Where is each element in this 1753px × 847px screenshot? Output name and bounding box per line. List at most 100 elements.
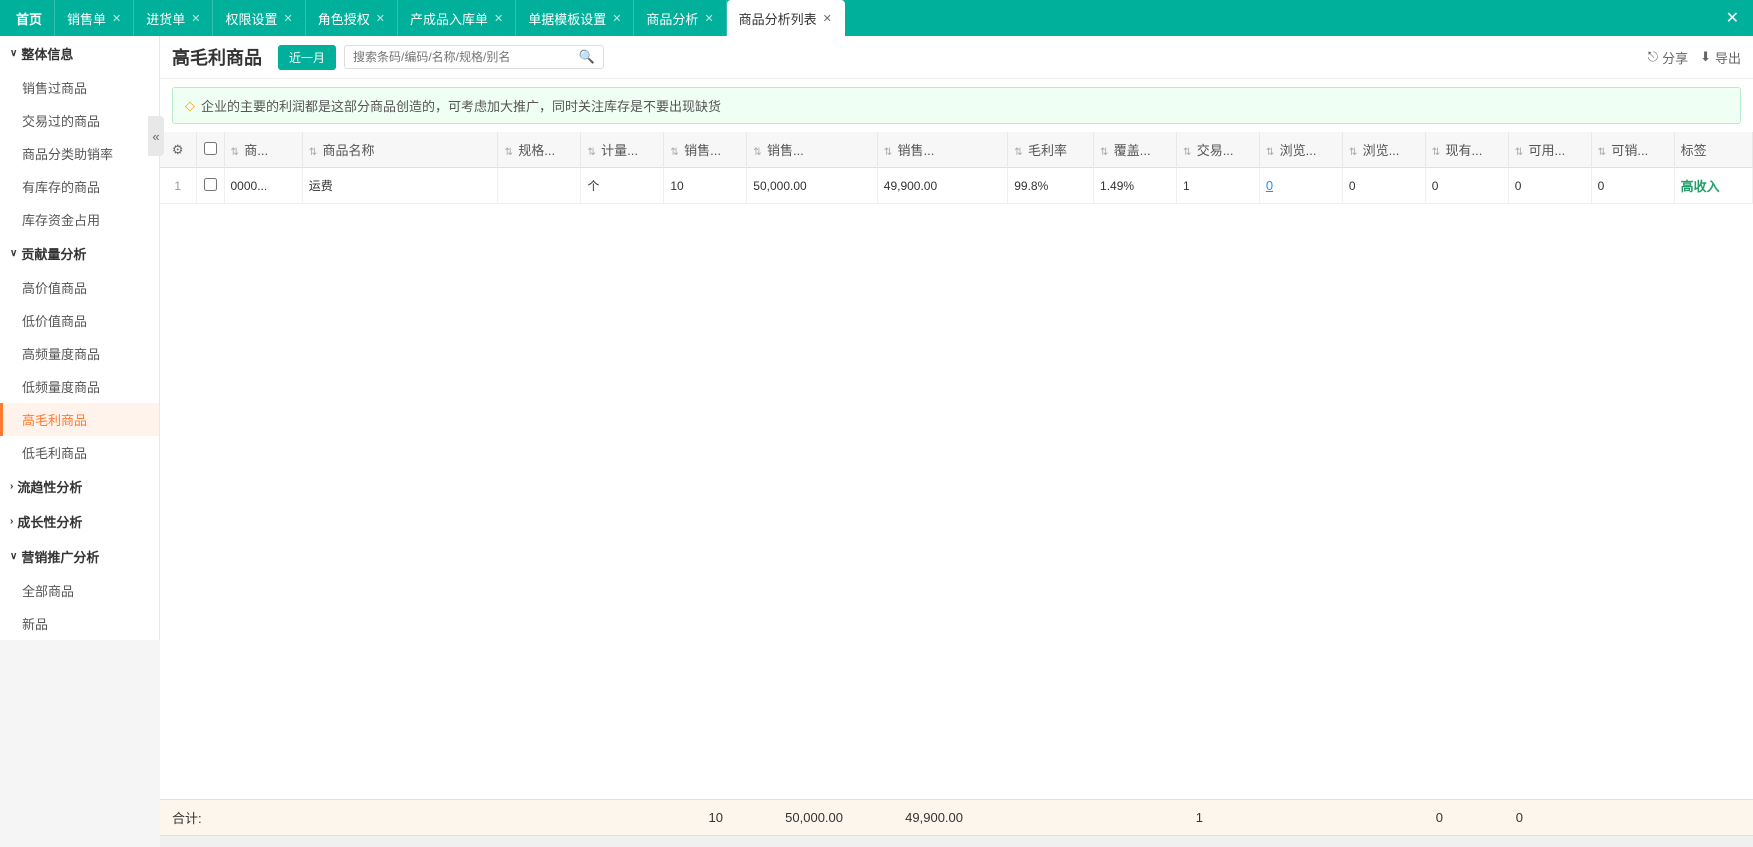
sidebar-item-high-value[interactable]: 高价值商品 xyxy=(0,271,159,304)
share-button[interactable]: ⎋ 分享 xyxy=(1648,48,1688,67)
search-input[interactable] xyxy=(353,50,579,64)
sidebar-group-marketing[interactable]: ∨ 营销推广分析 xyxy=(0,539,159,574)
row-code: 0000... xyxy=(224,168,302,204)
row-sellable: 0 xyxy=(1591,168,1674,204)
close-tab-product-analysis[interactable]: ✕ xyxy=(704,12,713,25)
tab-auth-set[interactable]: 权限设置 ✕ xyxy=(213,0,305,36)
data-table: ⚙ ⇅ 商... ⇅ 商品名称 xyxy=(160,132,1753,204)
sidebar-item-low-freq[interactable]: 低频量度商品 xyxy=(0,370,159,403)
sidebar-group-trend[interactable]: › 流趋性分析 xyxy=(0,469,159,504)
footer-bar: 合计: 10 50,000.00 49,900.00 1 0 0 xyxy=(160,799,1753,835)
col-sales-profit[interactable]: ⇅ 销售... xyxy=(877,132,1007,168)
col-name[interactable]: ⇅ 商品名称 xyxy=(302,132,498,168)
sidebar-item-new-goods[interactable]: 新品 xyxy=(0,607,159,640)
close-tab-auth-set[interactable]: ✕ xyxy=(284,12,293,25)
col-unit[interactable]: ⇅ 计量... xyxy=(581,132,664,168)
tab-product-analysis[interactable]: 商品分析 ✕ xyxy=(634,0,726,36)
select-all-checkbox[interactable] xyxy=(204,142,217,155)
footer-available: 0 xyxy=(1449,810,1529,825)
arrow-growth: › xyxy=(10,516,13,527)
info-banner: ◇ 企业的主要的利润都是这部分商品创造的，可考虑加大推广，同时关注库存是不要出现… xyxy=(172,87,1741,124)
row-tag: 高收入 xyxy=(1674,168,1752,204)
sidebar-item-all-goods[interactable]: 全部商品 xyxy=(0,574,159,607)
sidebar-item-goods-assist[interactable]: 商品分类助销率 xyxy=(0,137,159,170)
content-area: 高毛利商品 近一月 🔍 ⎋ 分享 ⬇ 导出 ◇ 企业的主要的利润都是这部分商品创… xyxy=(160,36,1753,847)
arrow-overall: ∨ xyxy=(10,48,17,59)
gear-icon[interactable]: ⚙ xyxy=(172,142,184,157)
col-coverage[interactable]: ⇅ 覆盖... xyxy=(1094,132,1177,168)
row-checkbox-cell xyxy=(196,168,224,204)
row-browse1[interactable]: 0 xyxy=(1259,168,1342,204)
arrow-trend: › xyxy=(10,481,13,492)
sidebar-item-inventory-goods[interactable]: 有库存的商品 xyxy=(0,170,159,203)
row-sales-amount: 50,000.00 xyxy=(747,168,877,204)
horizontal-scrollbar[interactable] xyxy=(160,835,1753,847)
row-margin-rate: 99.8% xyxy=(1008,168,1094,204)
tab-product-analysis-list[interactable]: 商品分析列表 ✕ xyxy=(727,0,845,36)
export-icon: ⬇ xyxy=(1700,49,1711,65)
col-browse1[interactable]: ⇅ 浏览... xyxy=(1259,132,1342,168)
close-tab-role-auth[interactable]: ✕ xyxy=(376,12,385,25)
close-tab-import[interactable]: ✕ xyxy=(191,12,200,25)
sidebar-item-high-freq[interactable]: 高频量度商品 xyxy=(0,337,159,370)
row-browse2: 0 xyxy=(1342,168,1425,204)
search-icon[interactable]: 🔍 xyxy=(579,49,595,65)
row-sales-qty: 10 xyxy=(664,168,747,204)
footer-sales-profit: 49,900.00 xyxy=(849,810,969,825)
sidebar-group-financial[interactable]: ∨ 贡献量分析 xyxy=(0,236,159,271)
row-checkbox[interactable] xyxy=(204,178,217,191)
tab-product-entry[interactable]: 产成品入库单 ✕ xyxy=(398,0,516,36)
tab-template-set[interactable]: 单据模板设置 ✕ xyxy=(516,0,634,36)
sidebar-group-overall[interactable]: ∨ 整体信息 xyxy=(0,36,159,71)
table-body: 1 0000... 运费 个 10 50,000.00 49,900.00 99… xyxy=(160,168,1753,204)
share-icon: ⎋ xyxy=(1648,49,1658,65)
tab-sales[interactable]: 销售单 ✕ xyxy=(55,0,134,36)
row-coverage: 1.49% xyxy=(1094,168,1177,204)
table-wrapper: ⚙ ⇅ 商... ⇅ 商品名称 xyxy=(160,132,1753,799)
close-tab-template-set[interactable]: ✕ xyxy=(612,12,621,25)
arrow-marketing: ∨ xyxy=(10,551,17,562)
close-tab-product-analysis-list[interactable]: ✕ xyxy=(823,12,832,25)
table-header-row: ⚙ ⇅ 商... ⇅ 商品名称 xyxy=(160,132,1753,168)
footer-sales-qty: 10 xyxy=(649,810,729,825)
sidebar-item-inventory-capital[interactable]: 库存资金占用 xyxy=(0,203,159,236)
row-unit: 个 xyxy=(581,168,664,204)
tab-role-auth[interactable]: 角色授权 ✕ xyxy=(306,0,398,36)
sidebar-item-traded-goods[interactable]: 交易过的商品 xyxy=(0,104,159,137)
row-spec xyxy=(498,168,581,204)
col-sellable[interactable]: ⇅ 可销... xyxy=(1591,132,1674,168)
export-button[interactable]: ⬇ 导出 xyxy=(1700,48,1741,67)
close-all-tabs[interactable]: ✕ xyxy=(1716,8,1749,28)
col-spec[interactable]: ⇅ 规格... xyxy=(498,132,581,168)
col-settings[interactable]: ⚙ xyxy=(160,132,196,168)
sidebar-item-low-margin[interactable]: 低毛利商品 xyxy=(0,436,159,469)
row-sales-profit: 49,900.00 xyxy=(877,168,1007,204)
col-sales-qty[interactable]: ⇅ 销售... xyxy=(664,132,747,168)
sidebar-item-high-margin[interactable]: 高毛利商品 xyxy=(0,403,159,436)
tab-home[interactable]: 首页 xyxy=(4,0,55,36)
col-current[interactable]: ⇅ 现有... xyxy=(1425,132,1508,168)
col-sales-amount[interactable]: ⇅ 销售... xyxy=(747,132,877,168)
tag-high-income: 高收入 xyxy=(1681,179,1720,194)
close-tab-product-entry[interactable]: ✕ xyxy=(494,12,503,25)
col-transactions[interactable]: ⇅ 交易... xyxy=(1176,132,1259,168)
row-num: 1 xyxy=(160,168,196,204)
arrow-financial: ∨ xyxy=(10,248,17,259)
col-margin-rate[interactable]: ⇅ 毛利率 xyxy=(1008,132,1094,168)
col-code[interactable]: ⇅ 商... xyxy=(224,132,302,168)
sidebar-item-sales-goods[interactable]: 销售过商品 xyxy=(0,71,159,104)
col-available[interactable]: ⇅ 可用... xyxy=(1508,132,1591,168)
tab-import[interactable]: 进货单 ✕ xyxy=(134,0,213,36)
filter-recent-month[interactable]: 近一月 xyxy=(278,45,336,70)
row-transactions: 1 xyxy=(1176,168,1259,204)
sidebar-group-growth[interactable]: › 成长性分析 xyxy=(0,504,159,539)
sidebar-collapse-button[interactable]: « xyxy=(148,116,164,156)
col-browse2[interactable]: ⇅ 浏览... xyxy=(1342,132,1425,168)
footer-label: 合计: xyxy=(172,808,212,827)
col-checkbox xyxy=(196,132,224,168)
table-row: 1 0000... 运费 个 10 50,000.00 49,900.00 99… xyxy=(160,168,1753,204)
sidebar-item-low-value[interactable]: 低价值商品 xyxy=(0,304,159,337)
row-available: 0 xyxy=(1508,168,1591,204)
close-tab-sales[interactable]: ✕ xyxy=(112,12,121,25)
browse1-link[interactable]: 0 xyxy=(1266,178,1273,193)
